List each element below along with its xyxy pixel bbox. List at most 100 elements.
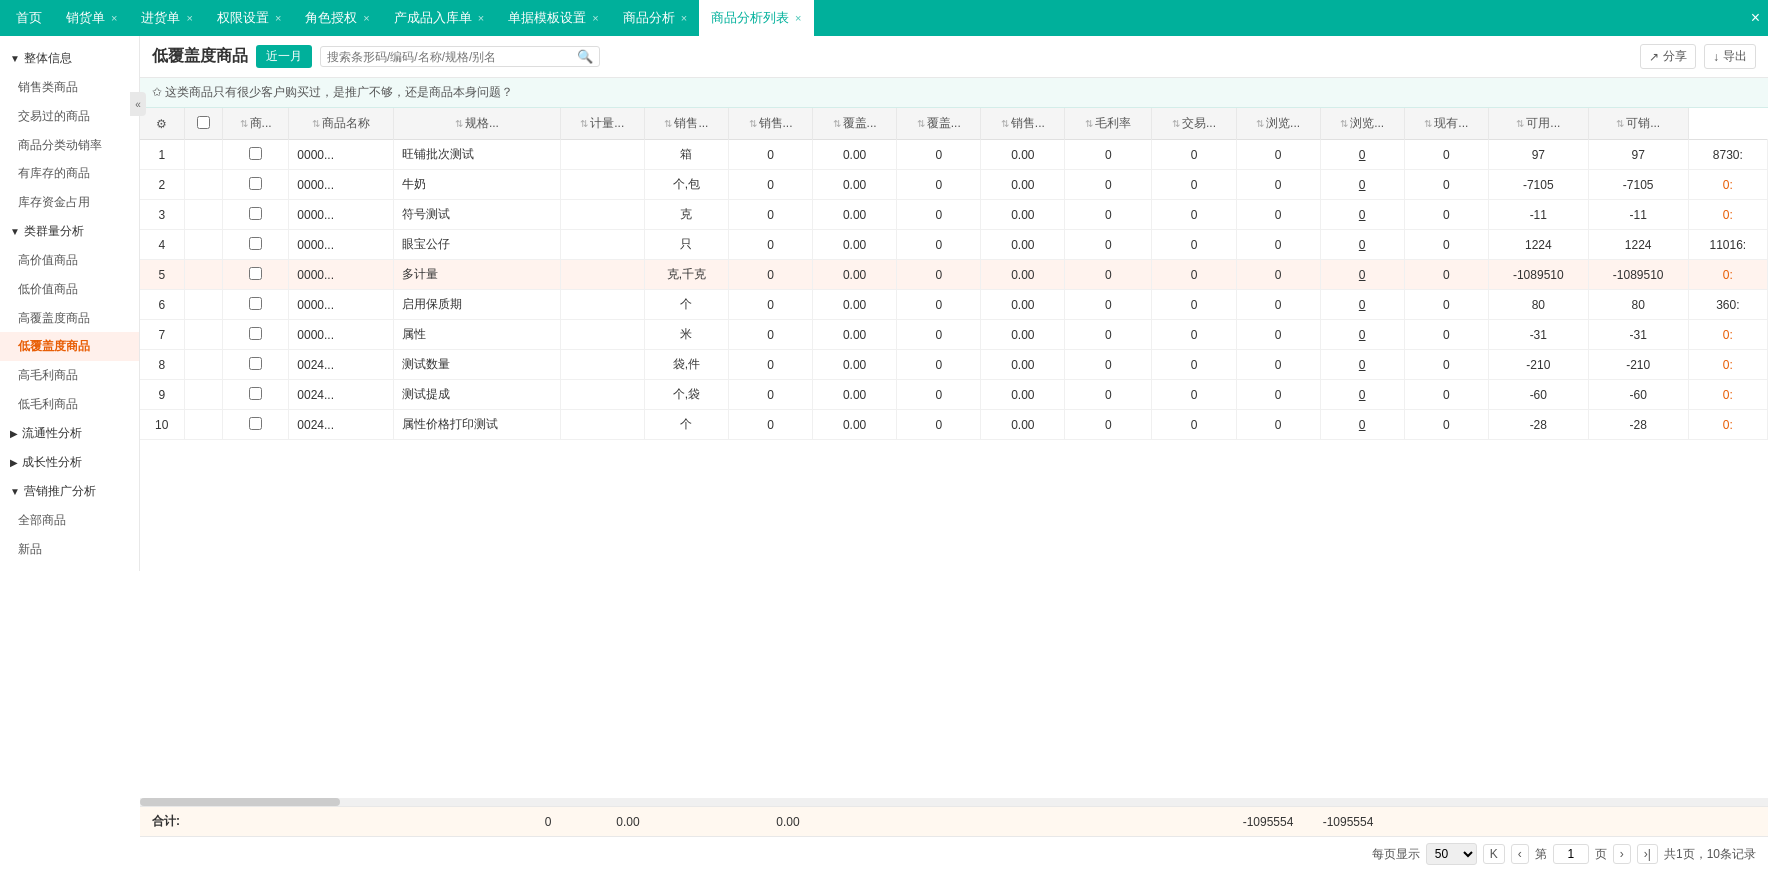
prev-page-button[interactable]: ‹ (1511, 844, 1529, 864)
row-browse1-6[interactable]: 0 (1320, 320, 1404, 350)
scrollbar-thumb[interactable] (140, 798, 340, 806)
col-sales-stat[interactable]: ⇅销售... (981, 108, 1065, 140)
close-permission-tab-icon[interactable]: × (275, 12, 281, 24)
close-purchase-tab-icon[interactable]: × (186, 12, 192, 24)
col-current[interactable]: ⇅现有... (1404, 108, 1488, 140)
horizontal-scrollbar[interactable] (140, 798, 1768, 806)
nav-tab-permission[interactable]: 权限设置 × (205, 0, 293, 36)
sidebar-item-low-value[interactable]: 低价值商品 (0, 275, 139, 304)
sidebar-item-category-rate[interactable]: 商品分类动销率 (0, 131, 139, 160)
nav-tab-sales[interactable]: 销货单 × (54, 0, 129, 36)
sidebar-item-traded-goods[interactable]: 交易过的商品 (0, 102, 139, 131)
col-browse2[interactable]: ⇅浏览... (1320, 108, 1404, 140)
row-checkbox-1[interactable] (222, 170, 288, 200)
sidebar-collapse-button[interactable]: « (130, 92, 146, 116)
sidebar-item-sales-goods[interactable]: 销售类商品 (0, 73, 139, 102)
sidebar-item-all-goods[interactable]: 全部商品 (0, 506, 139, 535)
col-available[interactable]: ⇅可用... (1488, 108, 1588, 140)
sidebar-section-flow[interactable]: ▶ 流通性分析 (0, 419, 139, 448)
sidebar-item-high-coverage[interactable]: 高覆盖度商品 (0, 304, 139, 333)
close-product-tab-icon[interactable]: × (478, 12, 484, 24)
row-checkbox-9[interactable] (222, 410, 288, 440)
last-page-button[interactable]: ›| (1637, 844, 1658, 864)
search-input[interactable] (327, 50, 577, 64)
close-template-tab-icon[interactable]: × (592, 12, 598, 24)
row-checkbox-3[interactable] (222, 230, 288, 260)
sidebar-item-inventory-value[interactable]: 库存资金占用 (0, 188, 139, 217)
col-code[interactable]: ⇅商... (222, 108, 288, 140)
row-checkbox-8[interactable] (222, 380, 288, 410)
row-select-5[interactable] (249, 297, 262, 310)
nav-tab-purchase[interactable]: 进货单 × (129, 0, 204, 36)
col-name[interactable]: ⇅商品名称 (289, 108, 394, 140)
col-sales-qty[interactable]: ⇅销售... (644, 108, 728, 140)
row-browse1-1[interactable]: 0 (1320, 170, 1404, 200)
sidebar-item-stocked-goods[interactable]: 有库存的商品 (0, 159, 139, 188)
page-number-input[interactable] (1553, 844, 1589, 864)
row-select-1[interactable] (249, 177, 262, 190)
close-role-tab-icon[interactable]: × (363, 12, 369, 24)
col-coverage2[interactable]: ⇅覆盖... (897, 108, 981, 140)
export-button[interactable]: ↓ 导出 (1704, 44, 1756, 69)
nav-tab-analysis[interactable]: 商品分析 × (611, 0, 699, 36)
row-browse1-4[interactable]: 0 (1320, 260, 1404, 290)
next-page-button[interactable]: › (1613, 844, 1631, 864)
row-select-4[interactable] (249, 267, 262, 280)
col-unit[interactable]: ⇅计量... (560, 108, 644, 140)
row-select-7[interactable] (249, 357, 262, 370)
row-checkbox-6[interactable] (222, 320, 288, 350)
col-browse1[interactable]: ⇅浏览... (1236, 108, 1320, 140)
row-checkbox-5[interactable] (222, 290, 288, 320)
select-all-checkbox[interactable] (197, 116, 210, 129)
sidebar-item-high-margin[interactable]: 高毛利商品 (0, 361, 139, 390)
page-size-select[interactable]: 50 20 100 (1426, 843, 1477, 865)
nav-tab-analysis-list[interactable]: 商品分析列表 × (699, 0, 813, 36)
row-browse1-2[interactable]: 0 (1320, 200, 1404, 230)
col-spec[interactable]: ⇅规格... (394, 108, 561, 140)
first-page-button[interactable]: K (1483, 844, 1505, 864)
row-checkbox-4[interactable] (222, 260, 288, 290)
close-analysis-tab-icon[interactable]: × (681, 12, 687, 24)
sidebar-section-marketing[interactable]: ▼ 营销推广分析 (0, 477, 139, 506)
nav-tab-product[interactable]: 产成品入库单 × (382, 0, 496, 36)
col-sellable[interactable]: ⇅可销... (1588, 108, 1688, 140)
row-code-0: 0000... (289, 140, 394, 170)
row-checkbox-0[interactable] (222, 140, 288, 170)
sidebar-section-cluster[interactable]: ▼ 类群量分析 (0, 217, 139, 246)
close-sales-tab-icon[interactable]: × (111, 12, 117, 24)
row-browse1-3[interactable]: 0 (1320, 230, 1404, 260)
row-browse1-7[interactable]: 0 (1320, 350, 1404, 380)
sidebar-item-low-margin[interactable]: 低毛利商品 (0, 390, 139, 419)
col-coverage1[interactable]: ⇅覆盖... (813, 108, 897, 140)
nav-tab-home[interactable]: 首页 (4, 0, 54, 36)
row-browse1-0[interactable]: 0 (1320, 140, 1404, 170)
sidebar-section-overall[interactable]: ▼ 整体信息 (0, 44, 139, 73)
col-settings[interactable]: ⚙ (140, 108, 184, 140)
sidebar-item-new-goods[interactable]: 新品 (0, 535, 139, 564)
col-checkbox[interactable] (184, 108, 222, 140)
row-select-8[interactable] (249, 387, 262, 400)
nav-tab-template[interactable]: 单据模板设置 × (496, 0, 610, 36)
filter-recent-month-button[interactable]: 近一月 (256, 45, 312, 68)
sidebar-item-low-coverage[interactable]: 低覆盖度商品 (0, 332, 139, 361)
sidebar-section-growth[interactable]: ▶ 成长性分析 (0, 448, 139, 477)
row-select-2[interactable] (249, 207, 262, 220)
sidebar-item-high-value[interactable]: 高价值商品 (0, 246, 139, 275)
row-select-0[interactable] (249, 147, 262, 160)
row-select-3[interactable] (249, 237, 262, 250)
col-sales-amt[interactable]: ⇅销售... (728, 108, 812, 140)
close-analysis-list-tab-icon[interactable]: × (795, 12, 801, 24)
row-select-9[interactable] (249, 417, 262, 430)
row-checkbox-2[interactable] (222, 200, 288, 230)
close-all-tabs-button[interactable]: × (1751, 9, 1760, 27)
nav-tab-role[interactable]: 角色授权 × (293, 0, 381, 36)
row-checkbox-7[interactable] (222, 350, 288, 380)
data-table-container[interactable]: ⚙ ⇅商... ⇅商品名称 ⇅规格... ⇅计量... ⇅销售... ⇅销售..… (140, 108, 1768, 798)
row-select-6[interactable] (249, 327, 262, 340)
col-trans[interactable]: ⇅交易... (1152, 108, 1236, 140)
col-gross-rate[interactable]: ⇅毛利率 (1065, 108, 1152, 140)
row-browse1-8[interactable]: 0 (1320, 380, 1404, 410)
share-button[interactable]: ↗ 分享 (1640, 44, 1696, 69)
row-browse1-9[interactable]: 0 (1320, 410, 1404, 440)
row-browse1-5[interactable]: 0 (1320, 290, 1404, 320)
